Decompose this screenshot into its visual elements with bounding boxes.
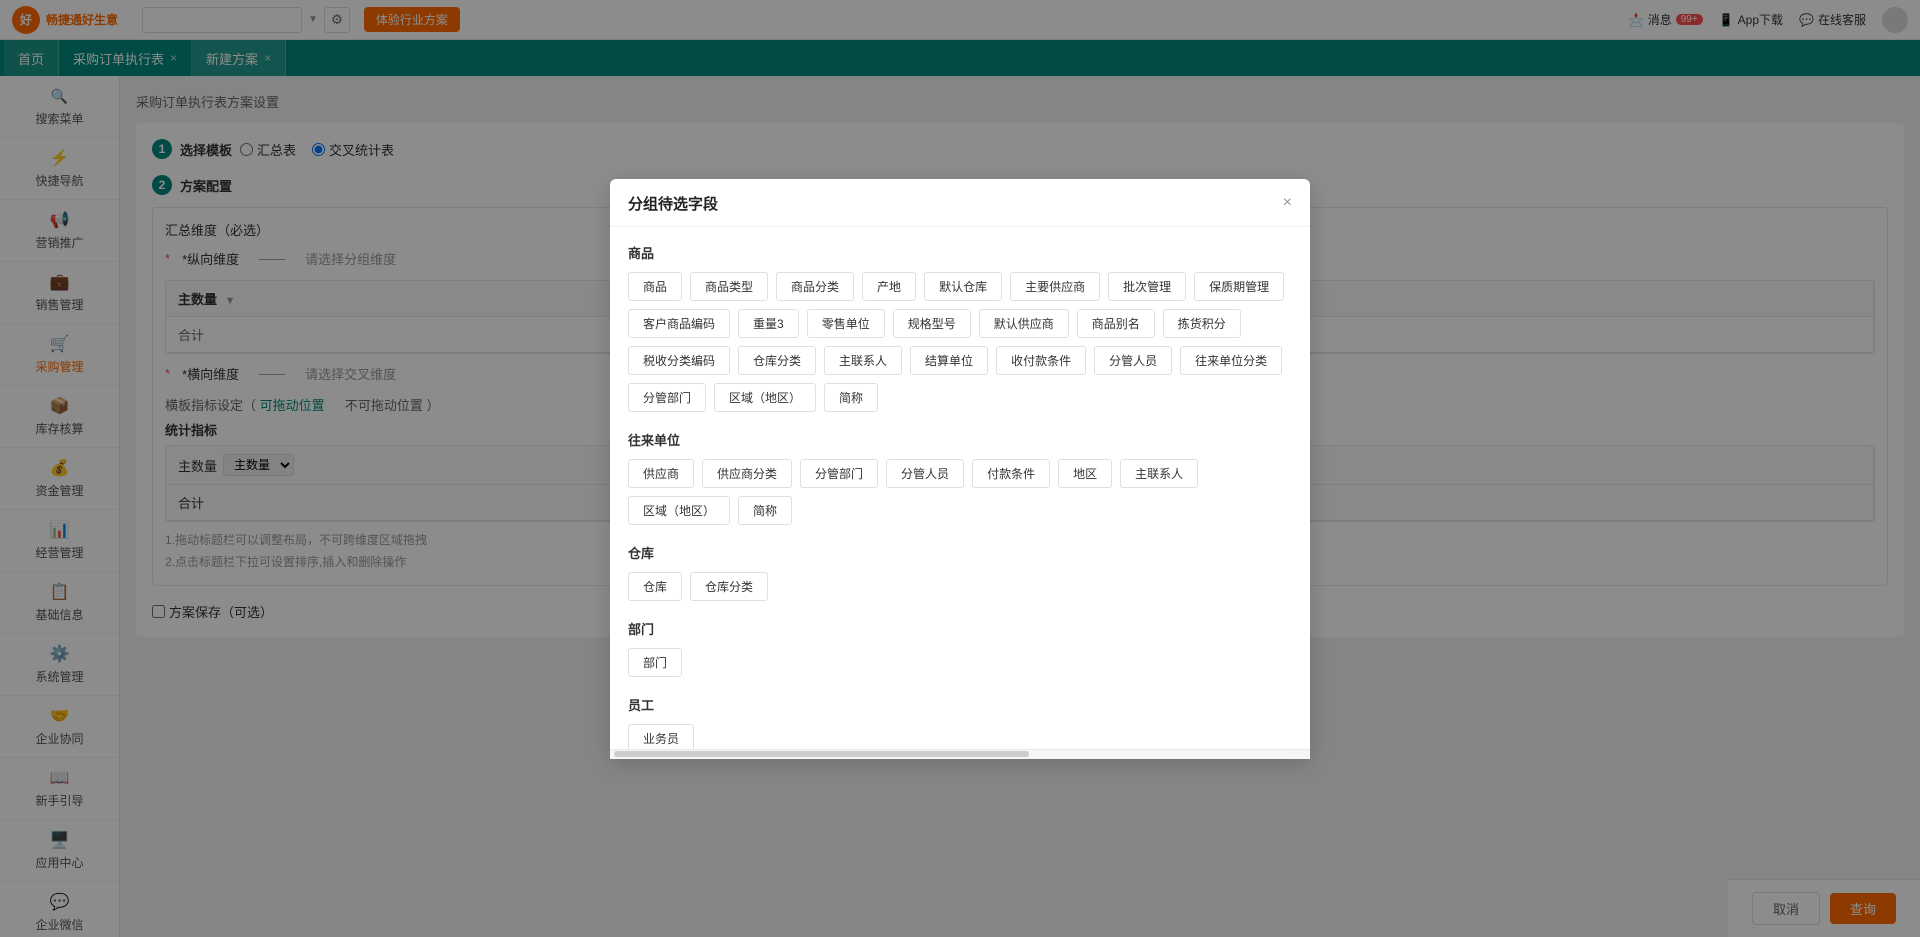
field-chip[interactable]: 商品	[628, 272, 682, 301]
field-chip[interactable]: 默认仓库	[924, 272, 1002, 301]
field-chip[interactable]: 分管部门	[800, 459, 878, 488]
field-section-goods-title: 商品	[628, 243, 1292, 262]
field-chip[interactable]: 地区	[1058, 459, 1112, 488]
field-chip[interactable]: 部门	[628, 648, 682, 677]
field-chip[interactable]: 拣货积分	[1163, 309, 1241, 338]
field-chip[interactable]: 税收分类编码	[628, 346, 730, 375]
field-chip[interactable]: 产地	[862, 272, 916, 301]
field-section-warehouse-title: 仓库	[628, 543, 1292, 562]
field-chip[interactable]: 简称	[824, 383, 878, 412]
field-chips-employee: 业务员	[628, 724, 1292, 750]
field-chip[interactable]: 规格型号	[893, 309, 971, 338]
field-chip[interactable]: 商品别名	[1077, 309, 1155, 338]
field-section-employee-title: 员工	[628, 695, 1292, 714]
hscroll-bar	[614, 751, 1029, 757]
field-chip[interactable]: 付款条件	[972, 459, 1050, 488]
modal-close-button[interactable]: ×	[1283, 194, 1292, 212]
field-chips-partner: 供应商供应商分类分管部门分管人员付款条件地区主联系人区域（地区） 简称	[628, 459, 1292, 525]
field-section-dept-title: 部门	[628, 619, 1292, 638]
field-chip[interactable]: 商品类型	[690, 272, 768, 301]
field-chip[interactable]: 主联系人	[824, 346, 902, 375]
field-chips-goods: 商品商品类型商品分类产地默认仓库主要供应商批次管理保质期管理客户商品编码重量3 零…	[628, 272, 1292, 412]
field-chip[interactable]: 收付款条件	[996, 346, 1086, 375]
field-chip[interactable]: 重量3	[738, 309, 799, 338]
field-chip[interactable]: 零售单位	[807, 309, 885, 338]
field-chip[interactable]: 默认供应商	[979, 309, 1069, 338]
modal-title: 分组待选字段	[628, 193, 718, 214]
field-chip[interactable]: 批次管理	[1108, 272, 1186, 301]
field-chip[interactable]: 主联系人	[1120, 459, 1198, 488]
field-chip[interactable]: 供应商	[628, 459, 694, 488]
field-section-employee: 员工 业务员	[628, 695, 1292, 750]
field-chip[interactable]: 保质期管理	[1194, 272, 1284, 301]
field-chip[interactable]: 往来单位分类	[1180, 346, 1282, 375]
field-section-dept: 部门 部门	[628, 619, 1292, 677]
field-chip[interactable]: 供应商分类	[702, 459, 792, 488]
field-section-partner: 往来单位 供应商供应商分类分管部门分管人员付款条件地区主联系人区域（地区） 简称	[628, 430, 1292, 525]
field-chips-warehouse: 仓库仓库分类	[628, 572, 1292, 601]
field-chip[interactable]: 结算单位	[910, 346, 988, 375]
modal-horizontal-scrollbar[interactable]	[610, 749, 1310, 758]
field-chip[interactable]: 业务员	[628, 724, 694, 750]
field-chip[interactable]: 区域（地区）	[628, 496, 730, 525]
modal-body: 商品 商品商品类型商品分类产地默认仓库主要供应商批次管理保质期管理客户商品编码重…	[610, 227, 1310, 750]
field-chip[interactable]: 主要供应商	[1010, 272, 1100, 301]
field-chip[interactable]: 分管人员	[886, 459, 964, 488]
field-chip[interactable]: 分管部门	[628, 383, 706, 412]
field-chip[interactable]: 商品分类	[776, 272, 854, 301]
field-section-partner-title: 往来单位	[628, 430, 1292, 449]
field-chip[interactable]: 分管人员	[1094, 346, 1172, 375]
field-section-warehouse: 仓库 仓库仓库分类	[628, 543, 1292, 601]
modal-overlay[interactable]: 分组待选字段 × 商品 商品商品类型商品分类产地默认仓库主要供应商批次管理保质期…	[0, 0, 1920, 937]
field-chips-dept: 部门	[628, 648, 1292, 677]
modal: 分组待选字段 × 商品 商品商品类型商品分类产地默认仓库主要供应商批次管理保质期…	[610, 179, 1310, 759]
field-chip[interactable]: 简称	[738, 496, 792, 525]
field-section-goods: 商品 商品商品类型商品分类产地默认仓库主要供应商批次管理保质期管理客户商品编码重…	[628, 243, 1292, 412]
modal-header: 分组待选字段 ×	[610, 179, 1310, 227]
field-chip[interactable]: 区域（地区）	[714, 383, 816, 412]
field-chip[interactable]: 仓库分类	[738, 346, 816, 375]
field-chip[interactable]: 仓库分类	[690, 572, 768, 601]
field-chip[interactable]: 仓库	[628, 572, 682, 601]
field-chip[interactable]: 客户商品编码	[628, 309, 730, 338]
